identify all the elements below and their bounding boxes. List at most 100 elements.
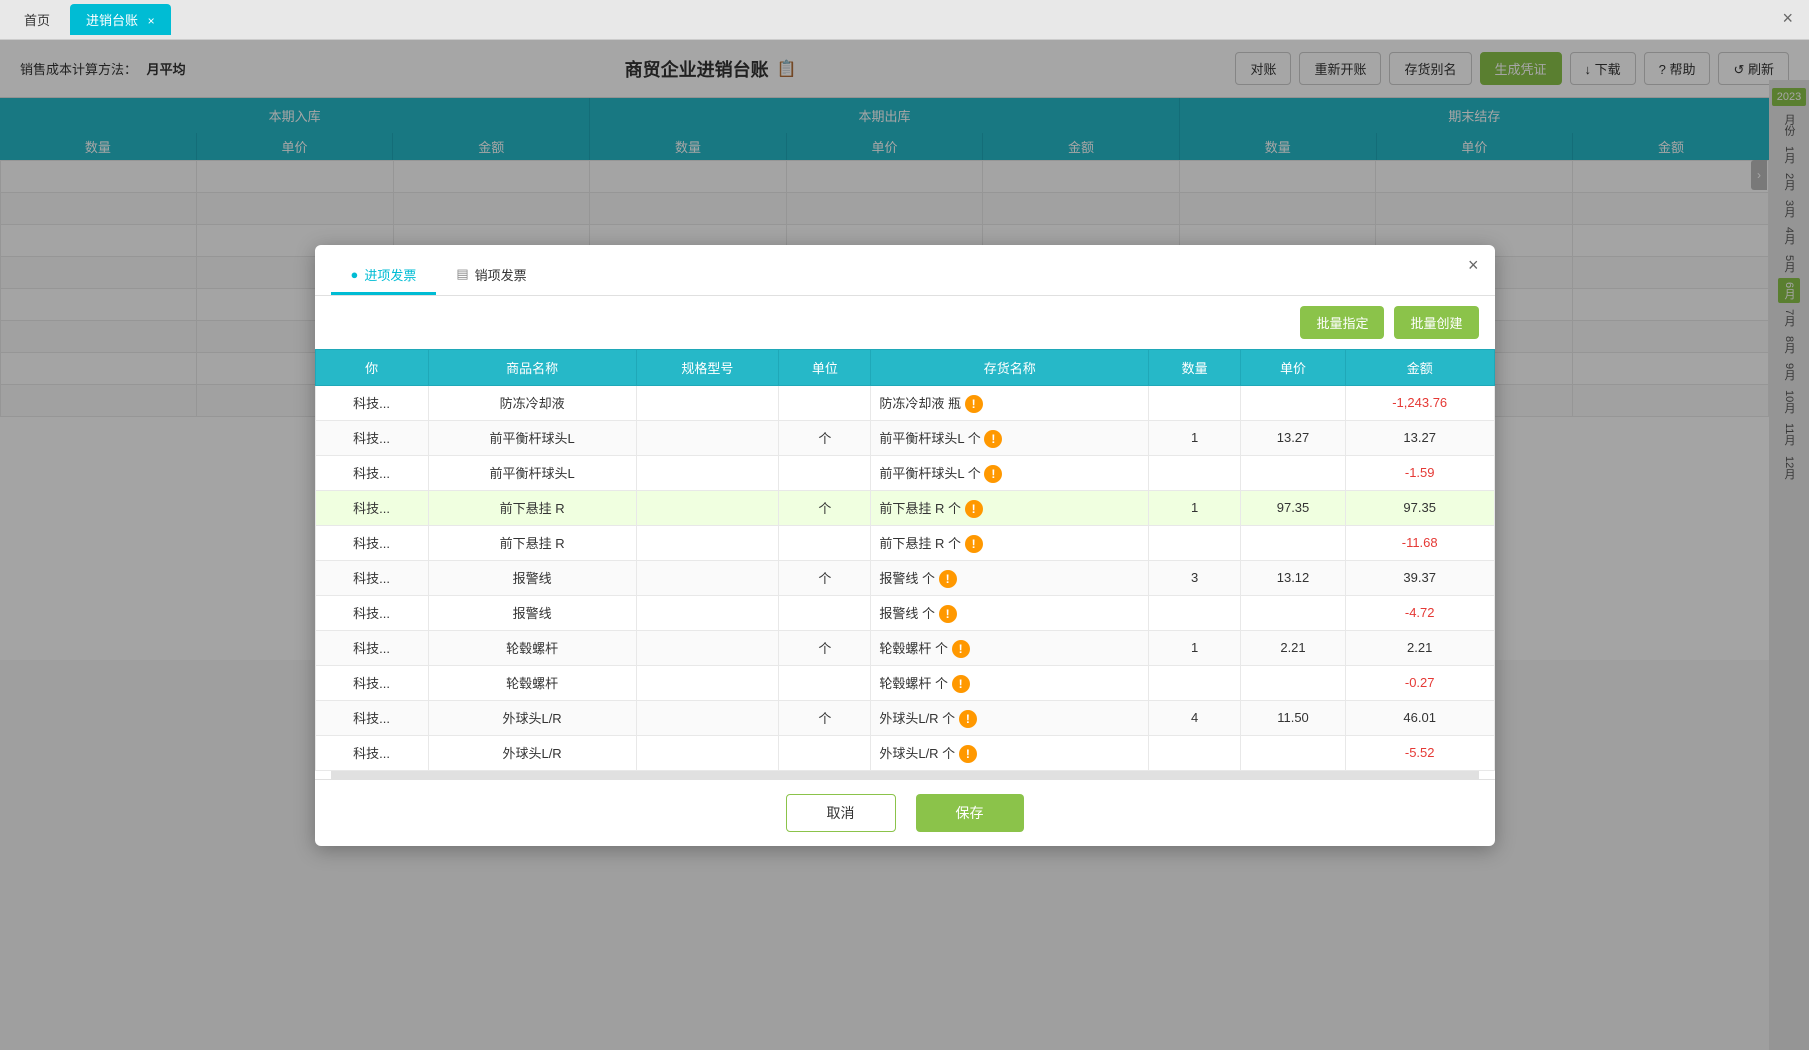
table-cell: 13.27	[1345, 420, 1494, 455]
modal-table-wrapper[interactable]: 你商品名称规格型号单位存货名称数量单价金额 科技...防冻冷却液防冻冷却液 瓶 …	[315, 349, 1495, 771]
app-container: 首页 进销台账 × × 销售成本计算方法： 月平均 商贸企业进销台账 📋 对账 …	[0, 0, 1809, 1050]
table-row[interactable]: 科技...轮毂螺杆轮毂螺杆 个 !-0.27	[315, 665, 1494, 700]
table-cell: 1	[1149, 630, 1241, 665]
table-cell	[636, 455, 779, 490]
table-cell	[636, 385, 779, 420]
tab-in-invoice[interactable]: ● 进项发票	[331, 257, 437, 295]
table-row[interactable]: 科技...报警线报警线 个 !-4.72	[315, 595, 1494, 630]
table-cell	[636, 595, 779, 630]
cancel-button[interactable]: 取消	[786, 794, 896, 832]
modal-close-button[interactable]: ×	[1468, 255, 1479, 276]
stock-name-cell: 防冻冷却液 瓶 !	[871, 385, 1149, 420]
table-cell: -11.68	[1345, 525, 1494, 560]
table-cell	[1241, 525, 1346, 560]
table-header-商品名称: 商品名称	[428, 349, 636, 385]
table-cell: 11.50	[1241, 700, 1346, 735]
table-cell	[636, 700, 779, 735]
warning-icon: !	[959, 710, 977, 728]
batch-create-button[interactable]: 批量创建	[1394, 306, 1478, 339]
table-cell: 外球头L/R	[428, 735, 636, 770]
table-cell	[636, 420, 779, 455]
table-row[interactable]: 科技...前下悬挂 R个前下悬挂 R 个 !197.3597.35	[315, 490, 1494, 525]
table-cell: 1	[1149, 490, 1241, 525]
table-cell	[1241, 455, 1346, 490]
table-cell: 报警线	[428, 595, 636, 630]
table-cell	[1149, 525, 1241, 560]
batch-assign-button[interactable]: 批量指定	[1300, 306, 1384, 339]
table-cell	[1241, 735, 1346, 770]
table-cell: 2.21	[1345, 630, 1494, 665]
tab-ledger[interactable]: 进销台账 ×	[70, 4, 171, 35]
table-cell: 46.01	[1345, 700, 1494, 735]
table-cell	[1149, 385, 1241, 420]
warning-icon: !	[965, 500, 983, 518]
in-invoice-icon: ●	[351, 267, 359, 282]
table-cell	[1149, 595, 1241, 630]
table-cell: 39.37	[1345, 560, 1494, 595]
table-cell	[636, 630, 779, 665]
table-cell	[1241, 385, 1346, 420]
save-button[interactable]: 保存	[916, 794, 1024, 832]
table-cell: 个	[779, 560, 871, 595]
table-cell: 报警线	[428, 560, 636, 595]
stock-name-cell: 轮毂螺杆 个 !	[871, 630, 1149, 665]
tab-ledger-close[interactable]: ×	[148, 14, 155, 28]
tab-out-invoice[interactable]: ▤ 销项发票	[436, 257, 546, 295]
stock-name-cell: 报警线 个 !	[871, 595, 1149, 630]
table-cell: 个	[779, 420, 871, 455]
table-cell	[636, 490, 779, 525]
table-cell: -5.52	[1345, 735, 1494, 770]
table-row[interactable]: 科技...外球头L/R个外球头L/R 个 !411.5046.01	[315, 700, 1494, 735]
table-cell: 科技...	[315, 665, 428, 700]
table-cell	[779, 595, 871, 630]
table-row[interactable]: 科技...前平衡杆球头L前平衡杆球头L 个 !-1.59	[315, 455, 1494, 490]
table-row[interactable]: 科技...轮毂螺杆个轮毂螺杆 个 !12.212.21	[315, 630, 1494, 665]
modal-header: ● 进项发票 ▤ 销项发票 ×	[315, 245, 1495, 296]
app-close-button[interactable]: ×	[1782, 8, 1793, 29]
table-cell: 科技...	[315, 525, 428, 560]
table-cell: 前下悬挂 R	[428, 490, 636, 525]
stock-name-cell: 报警线 个 !	[871, 560, 1149, 595]
table-cell: 前平衡杆球头L	[428, 420, 636, 455]
table-header-存货名称: 存货名称	[871, 349, 1149, 385]
warning-icon: !	[965, 395, 983, 413]
table-cell	[636, 560, 779, 595]
table-header-单价: 单价	[1241, 349, 1346, 385]
table-cell	[1241, 595, 1346, 630]
table-cell: -1,243.76	[1345, 385, 1494, 420]
table-cell: 轮毂螺杆	[428, 630, 636, 665]
stock-name-cell: 前平衡杆球头L 个 !	[871, 455, 1149, 490]
table-cell: 科技...	[315, 490, 428, 525]
modal-table: 你商品名称规格型号单位存货名称数量单价金额 科技...防冻冷却液防冻冷却液 瓶 …	[315, 349, 1495, 771]
modal-dialog: ● 进项发票 ▤ 销项发票 × 批量指定 批量创建	[315, 245, 1495, 846]
stock-name-cell: 前平衡杆球头L 个 !	[871, 420, 1149, 455]
table-cell	[636, 525, 779, 560]
table-row[interactable]: 科技...前下悬挂 R前下悬挂 R 个 !-11.68	[315, 525, 1494, 560]
stock-name-cell: 轮毂螺杆 个 !	[871, 665, 1149, 700]
tab-home[interactable]: 首页	[8, 4, 66, 35]
table-cell: 科技...	[315, 700, 428, 735]
table-cell: 外球头L/R	[428, 700, 636, 735]
table-cell: 1	[1149, 420, 1241, 455]
warning-icon: !	[984, 465, 1002, 483]
modal-overlay: ● 进项发票 ▤ 销项发票 × 批量指定 批量创建	[0, 40, 1809, 1050]
main-content: 销售成本计算方法： 月平均 商贸企业进销台账 📋 对账 重新开账 存货别名 生成…	[0, 40, 1809, 1050]
table-cell: 前下悬挂 R	[428, 525, 636, 560]
table-cell	[1149, 735, 1241, 770]
table-cell: 4	[1149, 700, 1241, 735]
out-invoice-icon: ▤	[456, 266, 468, 282]
modal-toolbar: 批量指定 批量创建	[315, 296, 1495, 349]
table-row[interactable]: 科技...前平衡杆球头L个前平衡杆球头L 个 !113.2713.27	[315, 420, 1494, 455]
table-cell: 科技...	[315, 455, 428, 490]
table-row[interactable]: 科技...防冻冷却液防冻冷却液 瓶 !-1,243.76	[315, 385, 1494, 420]
table-cell	[1241, 665, 1346, 700]
table-row[interactable]: 科技...报警线个报警线 个 !313.1239.37	[315, 560, 1494, 595]
horizontal-scrollbar[interactable]	[331, 771, 1479, 779]
stock-name-cell: 外球头L/R 个 !	[871, 735, 1149, 770]
table-header-规格型号: 规格型号	[636, 349, 779, 385]
tab-bar: 首页 进销台账 × ×	[0, 0, 1809, 40]
table-cell: -4.72	[1345, 595, 1494, 630]
table-row[interactable]: 科技...外球头L/R外球头L/R 个 !-5.52	[315, 735, 1494, 770]
warning-icon: !	[959, 745, 977, 763]
warning-icon: !	[939, 605, 957, 623]
